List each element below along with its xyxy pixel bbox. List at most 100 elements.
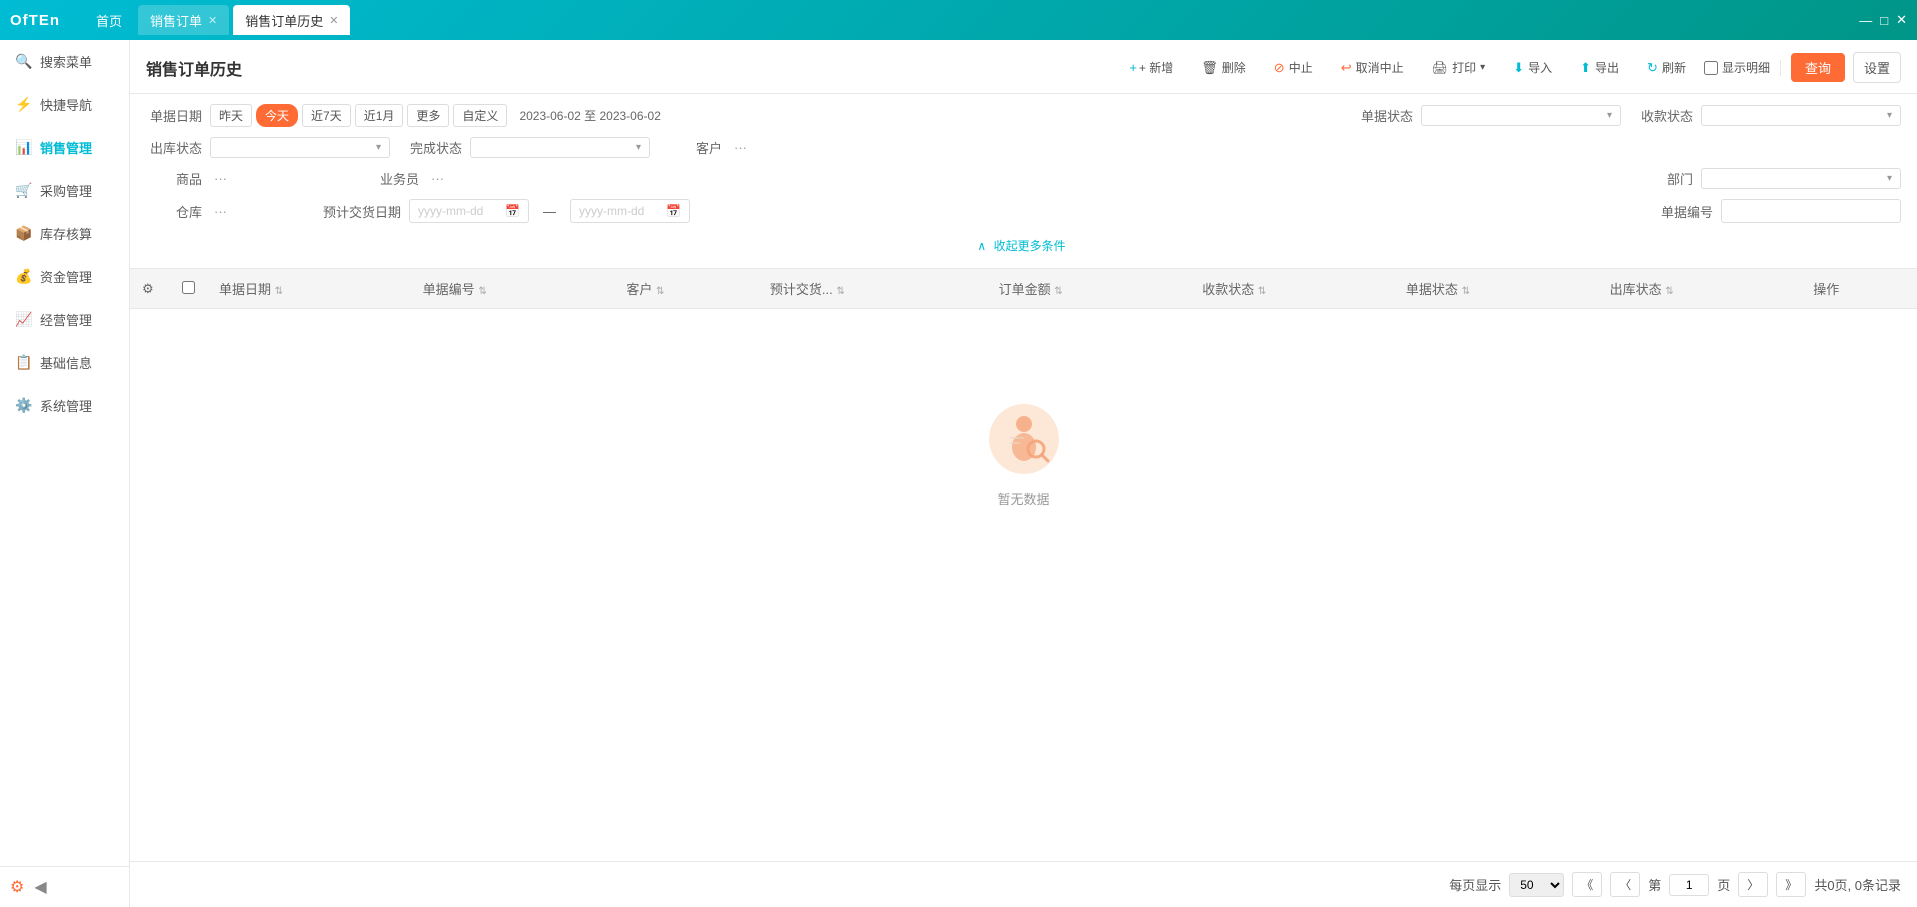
stop-button[interactable]: ⊘ 中止 (1264, 54, 1323, 81)
tab-history-close[interactable]: ✕ (329, 14, 338, 27)
sidebar-settings-icon[interactable]: ⚙ (10, 877, 24, 897)
display-toggle: 显示明细 (1704, 59, 1770, 76)
content-area: 销售订单历史 + + 新增 🗑 删除 ⊘ 中止 ↩ (130, 40, 1917, 907)
calendar-from-icon[interactable]: 📅 (505, 204, 520, 218)
product-select[interactable]: ··· (214, 171, 227, 186)
order-no-label: 单据编号 (1657, 202, 1713, 221)
department-select[interactable]: ▾ (1701, 168, 1901, 189)
query-button[interactable]: 查询 (1791, 53, 1845, 82)
refresh-button[interactable]: ↻ 刷新 (1637, 54, 1696, 81)
filter-customer: 客户 ··· (666, 138, 747, 157)
th-checkbox (170, 269, 207, 309)
export-button[interactable]: ⬆ 导出 (1570, 54, 1629, 81)
base-icon: 📋 (16, 355, 32, 371)
date-separator: — (543, 204, 556, 219)
date-btn-1month[interactable]: 近1月 (355, 104, 404, 127)
filter-date: 单据日期 昨天 今天 近7天 近1月 更多 自定义 2023-06-02 至 2… (146, 104, 661, 127)
first-page-button[interactable]: 《 (1572, 872, 1602, 897)
date-btn-today[interactable]: 今天 (256, 104, 298, 127)
sales-icon: 📊 (16, 140, 32, 156)
expected-date-to[interactable]: yyyy-mm-dd 📅 (570, 199, 690, 223)
topbar-minimize[interactable]: — (1859, 13, 1872, 28)
filter-row-3: 商品 ··· 业务员 ··· 部门 ▾ (146, 168, 1901, 189)
status-select[interactable]: ▾ (1421, 105, 1621, 126)
delete-button[interactable]: 🗑 删除 (1191, 54, 1256, 81)
sidebar-item-base[interactable]: 📋 基础信息 (0, 341, 129, 384)
page-size-select[interactable]: 50 10 20 100 (1509, 873, 1564, 897)
collapse-more[interactable]: ∧ 收起更多条件 (146, 233, 1901, 258)
date-btn-custom[interactable]: 自定义 (453, 104, 507, 127)
th-payment-status[interactable]: 收款状态 ⇅ (1190, 269, 1394, 309)
complete-select[interactable]: ▾ (470, 137, 650, 158)
calendar-to-icon[interactable]: 📅 (666, 204, 681, 218)
date-btn-7days[interactable]: 近7天 (302, 104, 351, 127)
page-input[interactable] (1669, 874, 1709, 896)
empty-row: 暂无数据 (130, 309, 1917, 589)
table-body: 暂无数据 (130, 309, 1917, 589)
th-amount[interactable]: 订单金额 ⇅ (987, 269, 1191, 309)
prev-page-button[interactable]: 〈 (1610, 872, 1640, 897)
topbar-close[interactable]: ✕ (1896, 12, 1907, 28)
import-button[interactable]: ⬇ 导入 (1503, 54, 1562, 81)
th-expected-date[interactable]: 预计交货... ⇅ (758, 269, 987, 309)
date-btn-yesterday[interactable]: 昨天 (210, 104, 252, 127)
th-date[interactable]: 单据日期 ⇅ (207, 269, 411, 309)
sidebar-item-finance[interactable]: 💰 资金管理 (0, 255, 129, 298)
payment-select[interactable]: ▾ (1701, 105, 1901, 126)
tab-sales-order[interactable]: 销售订单 ✕ (138, 5, 229, 35)
sidebar-item-system[interactable]: ⚙️ 系统管理 (0, 384, 129, 427)
brand-logo: OfTEn (10, 12, 60, 29)
main-layout: 🔍 搜索菜单 ⚡ 快捷导航 📊 销售管理 🛒 采购管理 📦 库存核算 💰 资金管… (0, 40, 1917, 907)
th-doc-status[interactable]: 单据状态 ⇅ (1394, 269, 1598, 309)
print-icon: 🖨 (1432, 60, 1449, 76)
th-outbound[interactable]: 出库状态 ⇅ (1598, 269, 1802, 309)
th-order-no[interactable]: 单据编号 ⇅ (411, 269, 615, 309)
sort-customer-icon: ⇅ (656, 286, 664, 297)
tab-sales-order-close[interactable]: ✕ (208, 14, 217, 27)
select-all-checkbox[interactable] (182, 281, 195, 294)
sidebar-item-purchase[interactable]: 🛒 采购管理 (0, 169, 129, 212)
stop-icon: ⊘ (1274, 60, 1285, 76)
import-icon: ⬇ (1513, 60, 1524, 76)
complete-label: 完成状态 (406, 138, 462, 157)
th-settings[interactable]: ⚙ (130, 269, 170, 309)
export-icon: ⬆ (1580, 60, 1591, 76)
th-customer[interactable]: 客户 ⇅ (614, 269, 758, 309)
filter-department: 部门 ▾ (1637, 168, 1901, 189)
filter-complete: 完成状态 ▾ (406, 137, 650, 158)
topbar-maximize[interactable]: □ (1880, 13, 1888, 28)
tab-home[interactable]: 首页 (80, 0, 138, 40)
settings-button[interactable]: 设置 (1853, 52, 1901, 83)
print-button[interactable]: 🖨 打印 (1422, 54, 1496, 81)
sidebar-item-operation[interactable]: 📈 经营管理 (0, 298, 129, 341)
customer-select[interactable]: ··· (734, 140, 747, 155)
sidebar-item-quick-nav[interactable]: ⚡ 快捷导航 (0, 83, 129, 126)
next-page-button[interactable]: 〉 (1738, 872, 1768, 897)
expected-date-from[interactable]: yyyy-mm-dd 📅 (409, 199, 529, 223)
collapse-icon: ∧ (977, 239, 986, 253)
order-no-input[interactable] (1721, 199, 1901, 223)
sidebar-item-inventory[interactable]: 📦 库存核算 (0, 212, 129, 255)
salesperson-select[interactable]: ··· (431, 171, 444, 186)
display-checkbox[interactable] (1704, 61, 1718, 75)
sidebar-item-sales[interactable]: 📊 销售管理 (0, 126, 129, 169)
new-button[interactable]: + + 新增 (1119, 54, 1183, 81)
sort-order-icon: ⇅ (478, 286, 486, 297)
sidebar-item-search-menu[interactable]: 🔍 搜索菜单 (0, 40, 129, 83)
sort-expected-icon: ⇅ (836, 286, 844, 297)
date-label: 单据日期 (146, 106, 202, 125)
cancel-stop-button[interactable]: ↩ 取消中止 (1331, 54, 1414, 81)
empty-illustration (974, 389, 1074, 489)
outbound-select[interactable]: ▾ (210, 137, 390, 158)
filter-product: 商品 ··· (146, 169, 227, 188)
add-icon: + (1129, 60, 1137, 75)
system-icon: ⚙️ (16, 398, 32, 414)
warehouse-select[interactable]: ··· (214, 204, 227, 219)
tab-sales-order-history[interactable]: 销售订单历史 ✕ (233, 5, 350, 35)
last-page-button[interactable]: 》 (1776, 872, 1806, 897)
sidebar-collapse-icon[interactable]: ◀ (34, 877, 46, 897)
toolbar: + + 新增 🗑 删除 ⊘ 中止 ↩ 取消中止 (1119, 52, 1901, 83)
cancel-icon: ↩ (1341, 60, 1352, 76)
page-jump-prefix: 第 (1648, 875, 1661, 894)
date-btn-more[interactable]: 更多 (407, 104, 449, 127)
